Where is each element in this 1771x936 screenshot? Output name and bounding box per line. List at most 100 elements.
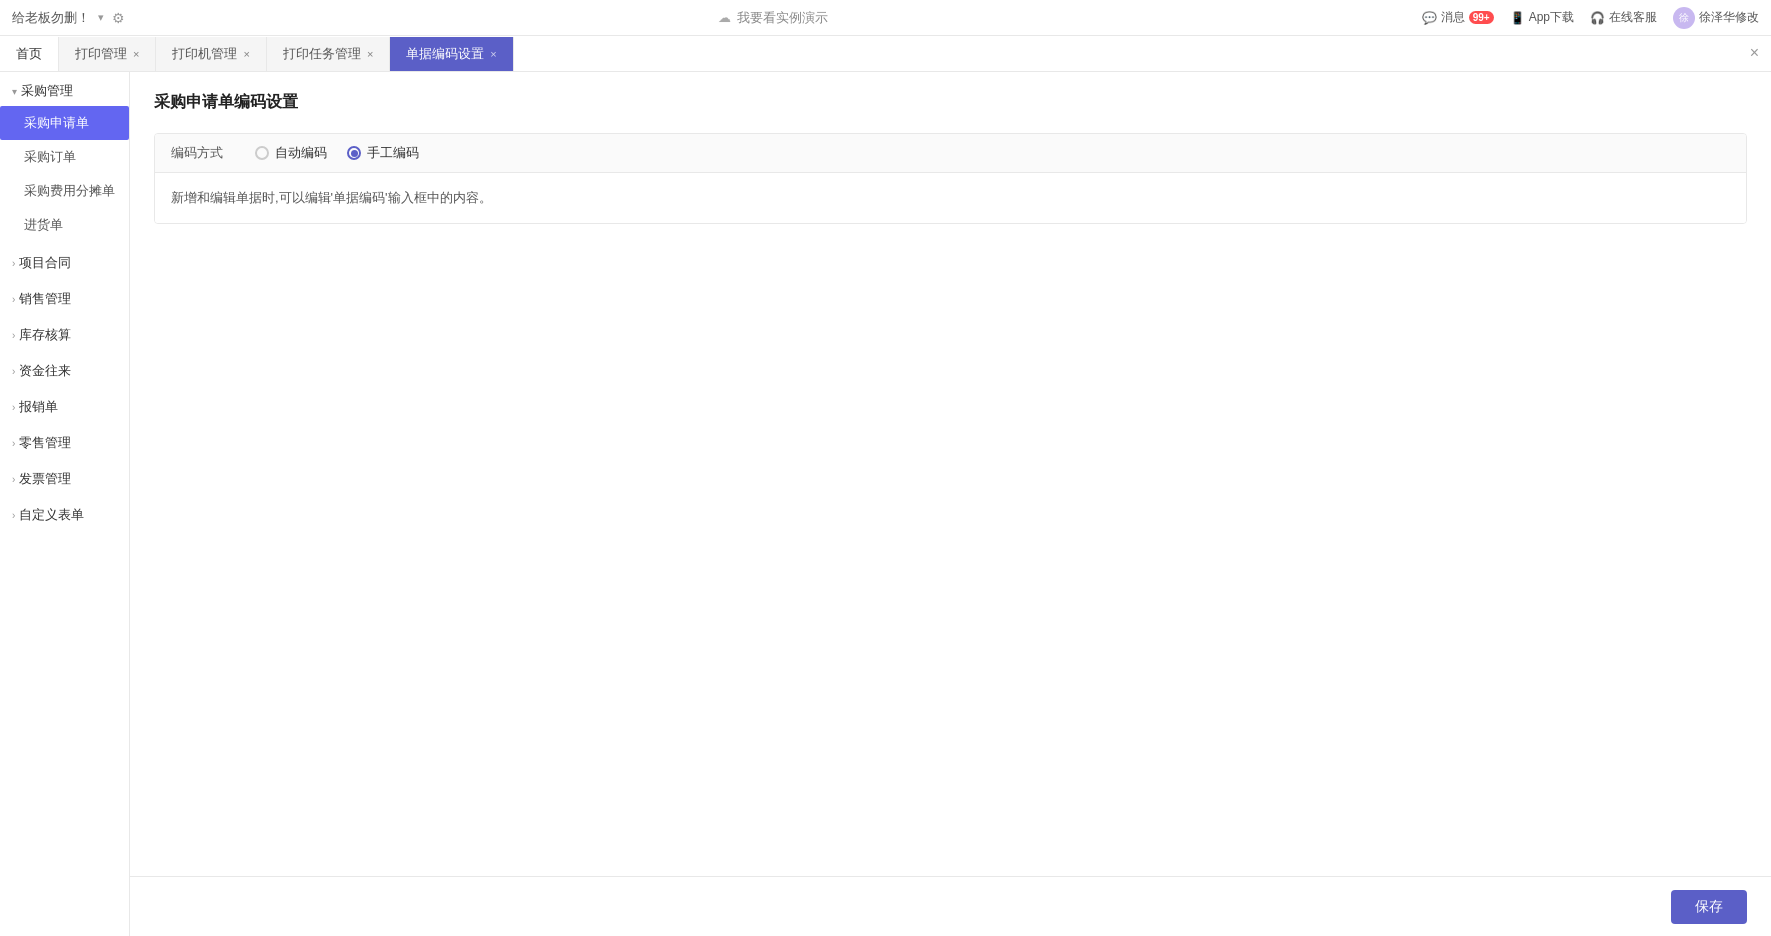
sidebar: ▾ 采购管理 采购申请单 采购订单 采购费用分摊单 进货单 › 项目合同	[0, 72, 130, 936]
top-bar-left: 给老板勿删！ ▾ ⚙	[12, 9, 125, 27]
main-layout: ▾ 采购管理 采购申请单 采购订单 采购费用分摊单 进货单 › 项目合同	[0, 72, 1771, 936]
radio-manual-encode[interactable]: 手工编码	[347, 144, 419, 162]
sidebar-item-purchase-order-label: 采购订单	[24, 149, 76, 164]
content-footer: 保存	[130, 876, 1771, 936]
radio-manual-label: 手工编码	[367, 144, 419, 162]
sidebar-group-custom-forms: › 自定义表单	[0, 496, 129, 530]
online-service-label: 在线客服	[1609, 9, 1657, 26]
sidebar-group-funds: › 资金往来	[0, 352, 129, 386]
sidebar-group-inventory-label: 库存核算	[19, 326, 71, 344]
global-close-button[interactable]: ×	[1750, 44, 1759, 62]
sidebar-group-expense-label: 报销单	[19, 398, 58, 416]
sidebar-group-retail-label: 零售管理	[19, 434, 71, 452]
notification-button[interactable]: 💬 消息 99+	[1422, 9, 1494, 26]
online-service-button[interactable]: 🎧 在线客服	[1590, 9, 1657, 26]
sidebar-item-purchase-expense-label: 采购费用分摊单	[24, 183, 115, 198]
caret-right-icon: ›	[12, 510, 15, 521]
sidebar-group-retail: › 零售管理	[0, 424, 129, 458]
sidebar-item-purchase-expense[interactable]: 采购费用分摊单	[0, 174, 129, 208]
top-bar-center: ☁ 我要看实例演示	[718, 9, 828, 27]
phone-icon: 📱	[1510, 11, 1525, 25]
sidebar-group-project: › 项目合同	[0, 244, 129, 278]
sidebar-group-sales-label: 销售管理	[19, 290, 71, 308]
radio-auto-encode[interactable]: 自动编码	[255, 144, 327, 162]
notification-icon: 💬	[1422, 11, 1437, 25]
app-download-label: App下载	[1529, 9, 1574, 26]
tab-print-task-label: 打印任务管理	[283, 45, 361, 63]
caret-icon: ▾	[12, 86, 17, 97]
radio-circle-auto	[255, 146, 269, 160]
radio-circle-manual	[347, 146, 361, 160]
sidebar-group-expense: › 报销单	[0, 388, 129, 422]
tab-bar: 首页 打印管理 × 打印机管理 × 打印任务管理 × 单据编码设置 × ×	[0, 36, 1771, 72]
avatar: 徐	[1673, 7, 1695, 29]
sidebar-group-invoice-header[interactable]: › 发票管理	[0, 460, 129, 494]
sidebar-group-funds-header[interactable]: › 资金往来	[0, 352, 129, 386]
sidebar-item-purchase-order[interactable]: 采购订单	[0, 140, 129, 174]
user-info-button[interactable]: 徐 徐泽华修改	[1673, 7, 1759, 29]
encoding-row: 编码方式 自动编码 手工编码	[155, 134, 1746, 173]
tab-printer-manage-label: 打印机管理	[172, 45, 237, 63]
tab-print-manage-label: 打印管理	[75, 45, 127, 63]
sidebar-group-sales: › 销售管理	[0, 280, 129, 314]
notification-badge: 99+	[1469, 11, 1494, 24]
gear-icon[interactable]: ⚙	[112, 10, 125, 26]
radio-auto-label: 自动编码	[275, 144, 327, 162]
tab-home-label: 首页	[16, 45, 42, 63]
sidebar-group-purchase-header[interactable]: ▾ 采购管理	[0, 72, 129, 106]
top-bar: 给老板勿删！ ▾ ⚙ ☁ 我要看实例演示 💬 消息 99+ 📱 App下载 🎧 …	[0, 0, 1771, 36]
page-title: 采购申请单编码设置	[154, 92, 1747, 113]
tab-print-manage[interactable]: 打印管理 ×	[59, 37, 156, 71]
sidebar-group-expense-header[interactable]: › 报销单	[0, 388, 129, 422]
sidebar-group-sales-header[interactable]: › 销售管理	[0, 280, 129, 314]
sidebar-group-custom-forms-header[interactable]: › 自定义表单	[0, 496, 129, 530]
username: 徐泽华修改	[1699, 9, 1759, 26]
close-icon[interactable]: ×	[243, 48, 249, 60]
sidebar-group-invoice-label: 发票管理	[19, 470, 71, 488]
encoding-label: 编码方式	[171, 144, 231, 162]
encoding-section: 编码方式 自动编码 手工编码 新增和编辑单据时,可以编辑'单据编码'输入框中的内…	[154, 133, 1747, 224]
caret-right-icon: ›	[12, 402, 15, 413]
sidebar-group-project-label: 项目合同	[19, 254, 71, 272]
close-icon[interactable]: ×	[367, 48, 373, 60]
save-button[interactable]: 保存	[1671, 890, 1747, 924]
caret-right-icon: ›	[12, 330, 15, 341]
app-download-button[interactable]: 📱 App下载	[1510, 9, 1574, 26]
sidebar-group-retail-header[interactable]: › 零售管理	[0, 424, 129, 458]
sidebar-item-purchase-request[interactable]: 采购申请单	[0, 106, 129, 140]
tab-printer-manage[interactable]: 打印机管理 ×	[156, 37, 266, 71]
sidebar-item-goods-receipt[interactable]: 进货单	[0, 208, 129, 242]
notification-label: 消息	[1441, 9, 1465, 26]
caret-right-icon: ›	[12, 474, 15, 485]
center-text[interactable]: 我要看实例演示	[737, 9, 828, 27]
tab-doc-code[interactable]: 单据编码设置 ×	[390, 37, 513, 71]
caret-right-icon: ›	[12, 438, 15, 449]
chevron-down-icon[interactable]: ▾	[98, 11, 104, 24]
content-inner: 采购申请单编码设置 编码方式 自动编码 手工编码	[130, 72, 1771, 876]
sidebar-group-funds-label: 资金往来	[19, 362, 71, 380]
close-icon[interactable]: ×	[133, 48, 139, 60]
caret-right-icon: ›	[12, 366, 15, 377]
radio-group: 自动编码 手工编码	[255, 144, 419, 162]
tab-print-task[interactable]: 打印任务管理 ×	[267, 37, 390, 71]
tab-doc-code-label: 单据编码设置	[406, 45, 484, 63]
caret-right-icon: ›	[12, 294, 15, 305]
sidebar-item-goods-receipt-label: 进货单	[24, 217, 63, 232]
sidebar-group-invoice: › 发票管理	[0, 460, 129, 494]
sidebar-item-purchase-request-label: 采购申请单	[24, 115, 89, 130]
logo-text: 给老板勿删！	[12, 9, 90, 27]
sidebar-group-inventory-header[interactable]: › 库存核算	[0, 316, 129, 350]
caret-right-icon: ›	[12, 258, 15, 269]
headset-icon: 🎧	[1590, 11, 1605, 25]
close-icon[interactable]: ×	[490, 48, 496, 60]
sidebar-group-purchase: ▾ 采购管理 采购申请单 采购订单 采购费用分摊单 进货单	[0, 72, 129, 242]
sidebar-group-project-header[interactable]: › 项目合同	[0, 244, 129, 278]
sidebar-group-custom-forms-label: 自定义表单	[19, 506, 84, 524]
sidebar-group-purchase-label: 采购管理	[21, 82, 73, 100]
sidebar-group-inventory: › 库存核算	[0, 316, 129, 350]
cloud-icon: ☁	[718, 10, 731, 25]
description-text: 新增和编辑单据时,可以编辑'单据编码'输入框中的内容。	[155, 173, 1746, 223]
content-area: 采购申请单编码设置 编码方式 自动编码 手工编码	[130, 72, 1771, 936]
top-bar-right: 💬 消息 99+ 📱 App下载 🎧 在线客服 徐 徐泽华修改	[1422, 7, 1759, 29]
tab-home[interactable]: 首页	[0, 37, 59, 71]
